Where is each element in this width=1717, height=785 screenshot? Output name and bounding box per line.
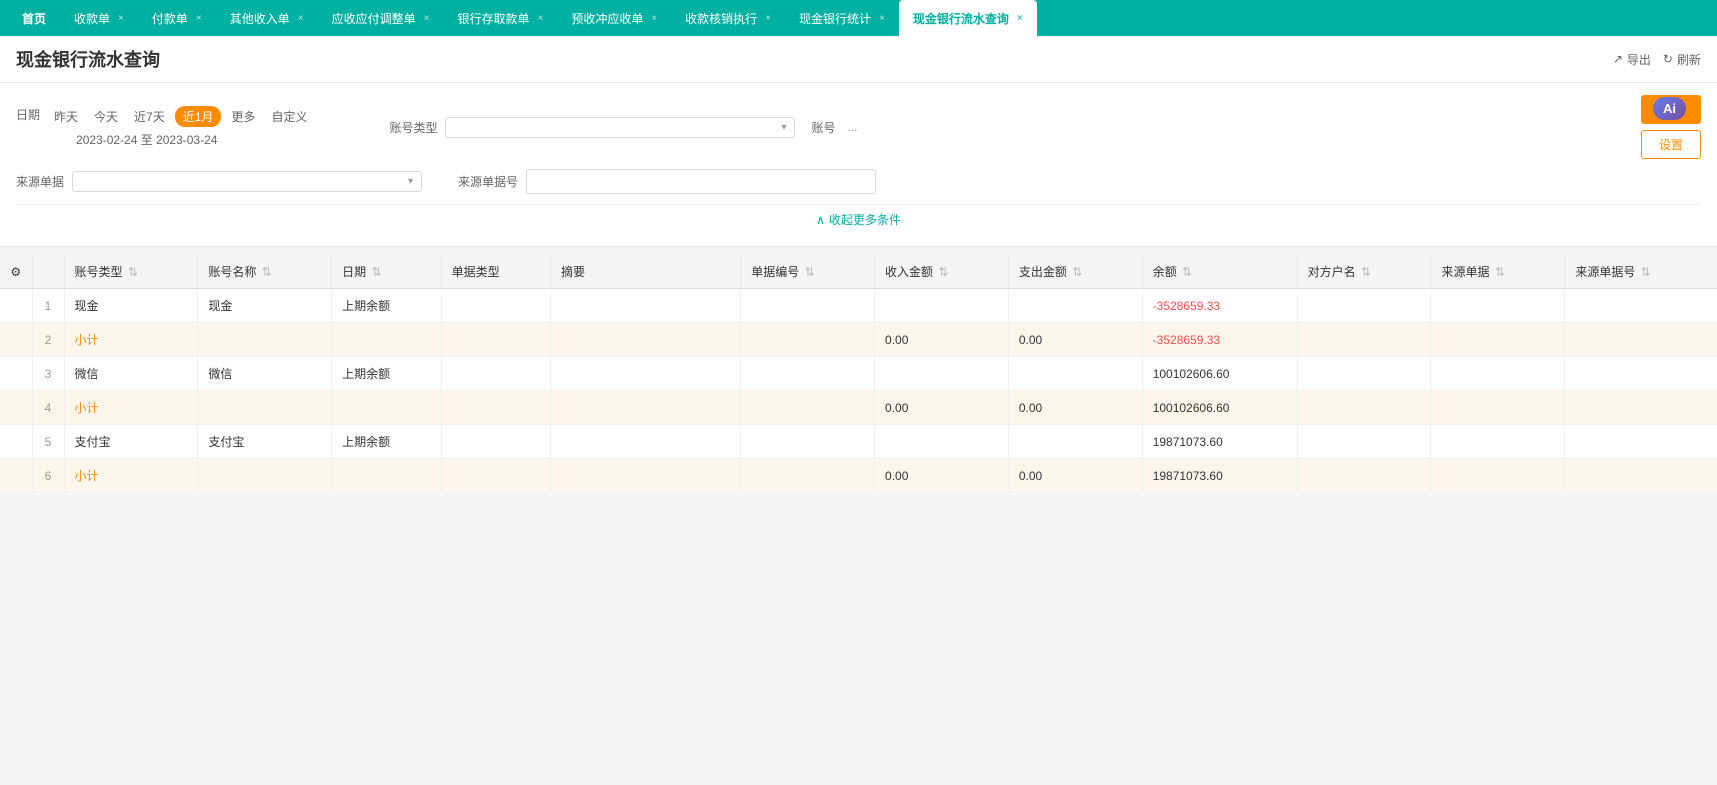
source-doc-label: 来源单据	[16, 173, 64, 190]
close-cash-bank-flow-icon[interactable]: ×	[1017, 13, 1023, 24]
sort-source-doc-icon: ⇅	[1495, 265, 1505, 279]
date-range: 2023-02-24 至 2023-03-24	[76, 131, 313, 148]
refresh-button[interactable]: ↻ 刷新	[1663, 51, 1701, 68]
sort-expense-icon: ⇅	[1072, 265, 1082, 279]
th-doc-no[interactable]: 单据编号 ⇅	[741, 255, 875, 289]
account-type-chevron-icon: ▾	[781, 122, 786, 133]
account-label: 账号	[811, 119, 835, 136]
table-row[interactable]: 6小计0.000.0019871073.60	[0, 459, 1717, 493]
th-gear[interactable]: ⚙	[0, 255, 32, 289]
filter-row-2: 来源单据 ▾ 来源单据号	[16, 169, 1701, 194]
th-income[interactable]: 收入金额 ⇅	[875, 255, 1009, 289]
nav-cash-bank-stats[interactable]: 现金银行统计 ×	[785, 0, 899, 36]
nav-home[interactable]: 首页	[8, 0, 60, 36]
source-doc-no-input[interactable]	[526, 169, 876, 194]
th-date[interactable]: 日期 ⇅	[332, 255, 441, 289]
export-icon: ↗	[1613, 52, 1623, 66]
nav-other-income[interactable]: 其他收入单 ×	[216, 0, 318, 36]
collapse-bar[interactable]: ∧ 收起更多条件	[16, 204, 1701, 234]
refresh-icon: ↻	[1663, 52, 1673, 66]
close-advance-offset-icon[interactable]: ×	[651, 13, 657, 24]
th-account-name[interactable]: 账号名称 ⇅	[198, 255, 332, 289]
source-doc-chevron-icon: ▾	[408, 176, 413, 187]
th-doc-type: 单据类型	[441, 255, 550, 289]
table-header-row: ⚙ 账号类型 ⇅ 账号名称 ⇅ 日期 ⇅ 单据类型	[0, 255, 1717, 289]
close-payments-icon[interactable]: ×	[196, 13, 202, 24]
th-source-doc[interactable]: 来源单据 ⇅	[1431, 255, 1565, 289]
nav-receipts[interactable]: 收款单 ×	[60, 0, 138, 36]
collapse-icon: ∧	[816, 213, 825, 227]
sort-account-name-icon: ⇅	[262, 265, 272, 279]
header-actions: ↗ 导出 ↻ 刷新	[1613, 51, 1701, 68]
close-write-off-icon[interactable]: ×	[765, 13, 771, 24]
source-doc-select[interactable]: ▾	[72, 171, 422, 192]
close-bank-deposits-icon[interactable]: ×	[537, 13, 543, 24]
sort-income-icon: ⇅	[938, 265, 948, 279]
filter-row-1: 日期 昨天 今天 近7天 近1月 更多 自定义 2023-02-24 至 202…	[16, 95, 1701, 159]
th-source-doc-no[interactable]: 来源单据号 ⇅	[1565, 255, 1717, 289]
th-balance[interactable]: 余额 ⇅	[1142, 255, 1297, 289]
sort-balance-icon: ⇅	[1182, 265, 1192, 279]
sort-date-icon: ⇅	[372, 265, 382, 279]
close-ar-ap-adjust-icon[interactable]: ×	[424, 13, 430, 24]
page-title: 现金银行流水查询	[16, 46, 160, 72]
nav-advance-offset[interactable]: 预收冲应收单 ×	[557, 0, 671, 36]
account-type-label: 账号类型	[389, 119, 437, 136]
close-other-income-icon[interactable]: ×	[298, 13, 304, 24]
source-doc-no-label: 来源单据号	[458, 173, 518, 190]
table-row[interactable]: 3微信微信上期余额100102606.60	[0, 357, 1717, 391]
nav-cash-bank-flow[interactable]: 现金银行流水查询 ×	[899, 0, 1037, 36]
export-button[interactable]: ↗ 导出	[1613, 51, 1651, 68]
top-nav: 首页 收款单 × 付款单 × 其他收入单 × 应收应付调整单 × 银行存取款单 …	[0, 0, 1717, 36]
table-row[interactable]: 4小计0.000.00100102606.60	[0, 391, 1717, 425]
page-header: 现金银行流水查询 ↗ 导出 ↻ 刷新	[0, 36, 1717, 83]
account-type-select[interactable]: ▾	[445, 117, 795, 138]
account-dots-button[interactable]: ...	[843, 116, 861, 138]
sort-account-type-icon: ⇅	[128, 265, 138, 279]
date-opt-yesterday[interactable]: 昨天	[48, 106, 84, 127]
date-opt-today[interactable]: 今天	[88, 106, 124, 127]
date-opt-1month[interactable]: 近1月	[175, 106, 222, 127]
sort-doc-no-icon: ⇅	[805, 265, 815, 279]
settings-button[interactable]: 设置	[1641, 130, 1701, 159]
date-opt-custom[interactable]: 自定义	[265, 106, 313, 127]
table-body: 1现金现金上期余额-3528659.332小计0.000.00-3528659.…	[0, 289, 1717, 493]
date-filter-group: 日期 昨天 今天 近7天 近1月 更多 自定义 2023-02-24 至 202…	[16, 106, 313, 148]
nav-ar-ap-adjust[interactable]: 应收应付调整单 ×	[318, 0, 444, 36]
th-expense[interactable]: 支出金额 ⇅	[1008, 255, 1142, 289]
nav-write-off[interactable]: 收款核销执行 ×	[671, 0, 785, 36]
sort-source-doc-no-icon: ⇅	[1641, 265, 1651, 279]
ai-badge[interactable]: Ai	[1653, 97, 1686, 120]
date-options: 昨天 今天 近7天 近1月 更多 自定义	[48, 106, 313, 127]
close-receipts-icon[interactable]: ×	[118, 13, 124, 24]
table-row[interactable]: 5支付宝支付宝上期余额19871073.60	[0, 425, 1717, 459]
date-opt-7days[interactable]: 近7天	[128, 106, 171, 127]
table-container: ⚙ 账号类型 ⇅ 账号名称 ⇅ 日期 ⇅ 单据类型	[0, 255, 1717, 493]
th-rownum	[32, 255, 64, 289]
th-counterparty[interactable]: 对方户名 ⇅	[1297, 255, 1431, 289]
sort-counterparty-icon: ⇅	[1361, 265, 1371, 279]
nav-bank-deposits[interactable]: 银行存取款单 ×	[443, 0, 557, 36]
table-row[interactable]: 1现金现金上期余额-3528659.33	[0, 289, 1717, 323]
table-row[interactable]: 2小计0.000.00-3528659.33	[0, 323, 1717, 357]
date-label: 日期	[16, 106, 40, 123]
th-account-type[interactable]: 账号类型 ⇅	[64, 255, 198, 289]
close-cash-bank-stats-icon[interactable]: ×	[879, 13, 885, 24]
filter-area: 日期 昨天 今天 近7天 近1月 更多 自定义 2023-02-24 至 202…	[0, 83, 1717, 247]
date-opt-more[interactable]: 更多	[225, 106, 261, 127]
gear-icon[interactable]: ⚙	[10, 265, 21, 279]
th-summary: 摘要	[550, 255, 740, 289]
nav-payments[interactable]: 付款单 ×	[138, 0, 216, 36]
data-table: ⚙ 账号类型 ⇅ 账号名称 ⇅ 日期 ⇅ 单据类型	[0, 255, 1717, 493]
